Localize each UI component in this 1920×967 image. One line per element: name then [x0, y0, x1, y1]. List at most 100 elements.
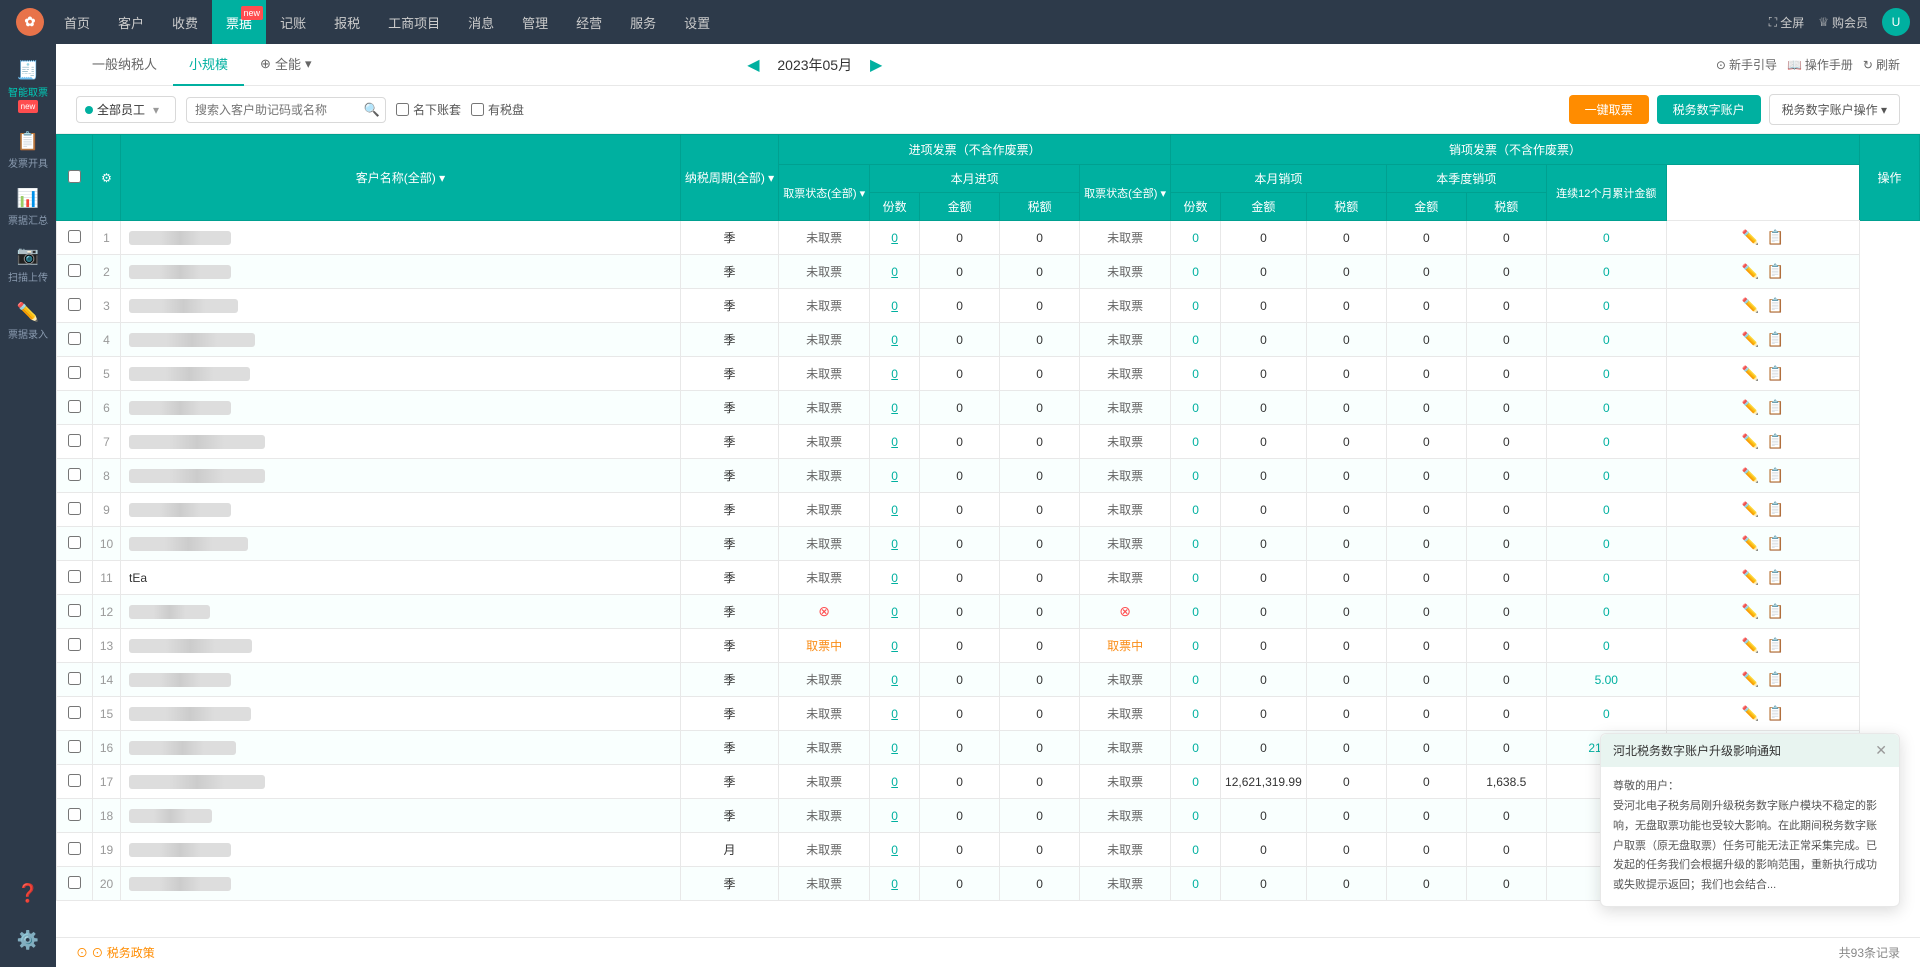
nav-item-settings[interactable]: 设置	[670, 0, 724, 44]
settings-col-icon[interactable]: ⚙	[101, 171, 112, 185]
help-icon: ❓	[17, 883, 39, 904]
select-all-checkbox[interactable]	[68, 170, 81, 183]
tab-small[interactable]: 小规模	[173, 44, 244, 86]
row-checkbox[interactable]	[68, 536, 81, 549]
search-button[interactable]: 🔍	[364, 102, 380, 118]
sidebar-bottom-settings[interactable]: ⚙️	[2, 922, 54, 959]
row-checkbox[interactable]	[68, 298, 81, 311]
row-checkbox[interactable]	[68, 230, 81, 243]
nav-item-message[interactable]: 消息	[454, 0, 508, 44]
copy-btn[interactable]: 📋	[1765, 329, 1786, 350]
copy-btn[interactable]: 📋	[1765, 465, 1786, 486]
copy-btn[interactable]: 📋	[1765, 397, 1786, 418]
nav-item-fee[interactable]: 收费	[158, 0, 212, 44]
row-checkbox[interactable]	[68, 570, 81, 583]
copy-btn[interactable]: 📋	[1765, 703, 1786, 724]
sidebar-item-smart-invoice[interactable]: 🧾 智能取票 new	[2, 52, 54, 121]
edit-btn[interactable]: ✏️	[1740, 601, 1761, 622]
copy-btn[interactable]: 📋	[1765, 499, 1786, 520]
member-btn[interactable]: ♕ 购会员	[1818, 14, 1868, 31]
row-checkbox[interactable]	[68, 400, 81, 413]
notif-title: 河北税务数字账户升级影响通知	[1613, 742, 1781, 759]
edit-btn[interactable]: ✏️	[1740, 703, 1761, 724]
nav-item-business[interactable]: 工商项目	[374, 0, 454, 44]
refresh-btn[interactable]: ↻ 刷新	[1863, 56, 1900, 73]
manual-btn[interactable]: 📖 操作手册	[1787, 56, 1853, 73]
nav-item-tax[interactable]: 报税	[320, 0, 374, 44]
nav-item-home[interactable]: 首页	[50, 0, 104, 44]
edit-btn[interactable]: ✏️	[1740, 329, 1761, 350]
copy-btn[interactable]: 📋	[1765, 567, 1786, 588]
copy-btn[interactable]: 📋	[1765, 363, 1786, 384]
nav-item-operation[interactable]: 经营	[562, 0, 616, 44]
copy-btn[interactable]: 📋	[1765, 227, 1786, 248]
sidebar-item-entry[interactable]: ✏️ 票据录入	[2, 294, 54, 349]
row-checkbox[interactable]	[68, 434, 81, 447]
tab-all-chevron: ▾	[305, 56, 312, 72]
tax-digital-btn[interactable]: 税务数字账户	[1657, 95, 1761, 124]
nav-item-bookkeep[interactable]: 记账	[266, 0, 320, 44]
nav-item-invoice[interactable]: 票据 new	[212, 0, 266, 44]
row-checkbox[interactable]	[68, 842, 81, 855]
one-key-btn[interactable]: 一键取票	[1569, 95, 1649, 124]
tax-digital-ops-btn[interactable]: 税务数字账户操作 ▾	[1769, 94, 1900, 125]
nav-item-client[interactable]: 客户	[104, 0, 158, 44]
row-checkbox[interactable]	[68, 502, 81, 515]
date-prev-btn[interactable]: ◀	[741, 53, 765, 77]
tab-general[interactable]: 一般纳税人	[76, 44, 173, 86]
row-checkbox[interactable]	[68, 740, 81, 753]
edit-btn[interactable]: ✏️	[1740, 397, 1761, 418]
logo[interactable]: ✿	[10, 0, 50, 44]
edit-btn[interactable]: ✏️	[1740, 261, 1761, 282]
user-avatar[interactable]: U	[1882, 8, 1910, 36]
copy-btn[interactable]: 📋	[1765, 635, 1786, 656]
copy-btn[interactable]: 📋	[1765, 261, 1786, 282]
row-checkbox[interactable]	[68, 672, 81, 685]
checkbox-taxdisk[interactable]	[471, 103, 484, 116]
copy-btn[interactable]: 📋	[1765, 601, 1786, 622]
sidebar-bottom-help[interactable]: ❓	[2, 875, 54, 912]
sidebar-item-summary[interactable]: 📊 票据汇总	[2, 180, 54, 235]
checkbox-label-account[interactable]: 名下账套	[396, 101, 461, 118]
edit-btn[interactable]: ✏️	[1740, 295, 1761, 316]
row-checkbox[interactable]	[68, 774, 81, 787]
copy-btn[interactable]: 📋	[1765, 669, 1786, 690]
row-checkbox[interactable]	[68, 876, 81, 889]
row-checkbox[interactable]	[68, 638, 81, 651]
edit-btn[interactable]: ✏️	[1740, 567, 1761, 588]
search-input[interactable]	[186, 97, 386, 123]
guide-btn[interactable]: ⊙ 新手引导	[1716, 56, 1777, 73]
tab-all[interactable]: ⊕ 全能 ▾	[244, 44, 327, 86]
tax-policy-link[interactable]: ⊙ ⊙ 税务政策	[76, 944, 155, 961]
date-next-btn[interactable]: ▶	[864, 53, 888, 77]
copy-btn[interactable]: 📋	[1765, 431, 1786, 452]
fullscreen-btn[interactable]: ⛶ 全屏	[1769, 14, 1804, 31]
edit-btn[interactable]: ✏️	[1740, 669, 1761, 690]
sidebar-item-scan[interactable]: 📷 扫描上传	[2, 237, 54, 292]
row-checkbox[interactable]	[68, 468, 81, 481]
edit-btn[interactable]: ✏️	[1740, 635, 1761, 656]
edit-btn[interactable]: ✏️	[1740, 533, 1761, 554]
copy-btn[interactable]: 📋	[1765, 295, 1786, 316]
notif-close-btn[interactable]: ✕	[1875, 742, 1887, 759]
row-checkbox[interactable]	[68, 264, 81, 277]
employee-select[interactable]: 全部员工 ▾	[76, 96, 176, 123]
checkbox-account[interactable]	[396, 103, 409, 116]
row-checkbox[interactable]	[68, 808, 81, 821]
row-checkbox[interactable]	[68, 366, 81, 379]
edit-btn[interactable]: ✏️	[1740, 465, 1761, 486]
checkbox-label-taxdisk[interactable]: 有税盘	[471, 101, 524, 118]
edit-btn[interactable]: ✏️	[1740, 363, 1761, 384]
row-checkbox[interactable]	[68, 604, 81, 617]
edit-btn[interactable]: ✏️	[1740, 227, 1761, 248]
edit-btn[interactable]: ✏️	[1740, 431, 1761, 452]
nav-item-service[interactable]: 服务	[616, 0, 670, 44]
sidebar-item-open-invoice[interactable]: 📋 发票开具	[2, 123, 54, 178]
search-wrap: 🔍	[186, 97, 386, 123]
nav-item-manage[interactable]: 管理	[508, 0, 562, 44]
edit-btn[interactable]: ✏️	[1740, 499, 1761, 520]
row-checkbox[interactable]	[68, 332, 81, 345]
row-checkbox[interactable]	[68, 706, 81, 719]
table-row: 4██████████季未取票000未取票000000 ✏️ 📋	[57, 323, 1920, 357]
copy-btn[interactable]: 📋	[1765, 533, 1786, 554]
